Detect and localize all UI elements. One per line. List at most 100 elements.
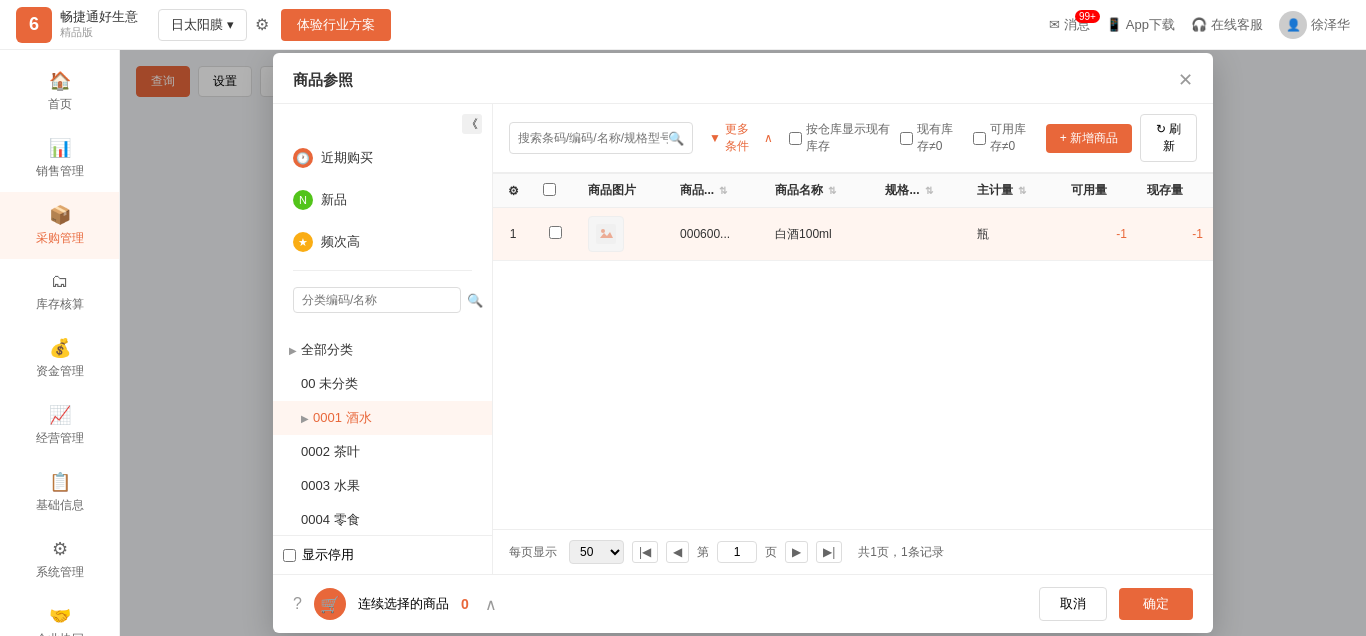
check-usable-input[interactable] — [973, 132, 986, 145]
th-available: 可用量 — [1061, 174, 1137, 208]
cart-icon[interactable]: 🛒 — [314, 588, 346, 620]
add-product-button[interactable]: + 新增商品 — [1046, 124, 1132, 153]
settings-icon[interactable]: ⚙ — [255, 15, 269, 34]
category-search-row: 🔍 — [283, 281, 482, 319]
sidebar-item-business[interactable]: 📈 经营管理 — [0, 392, 119, 459]
product-search-input[interactable] — [518, 131, 668, 145]
modal-body: 《 🕐 近期购买 N 新品 ★ — [273, 104, 1213, 574]
sidebar-item-label: 库存核算 — [36, 296, 84, 313]
cat-item-liquor[interactable]: ▶ 0001 酒水 — [273, 401, 492, 435]
left-panel-collapse-button[interactable]: 《 — [462, 114, 482, 134]
category-search-icon[interactable]: 🔍 — [467, 293, 483, 308]
th-settings[interactable]: ⚙ — [493, 174, 533, 208]
cat-item-all[interactable]: ▶ 全部分类 — [273, 333, 492, 367]
sidebar-item-finance[interactable]: 💰 资金管理 — [0, 325, 119, 392]
sidebar-item-home[interactable]: 🏠 首页 — [0, 58, 119, 125]
help-icon[interactable]: ? — [293, 595, 302, 613]
check-available-input[interactable] — [900, 132, 913, 145]
th-name[interactable]: 商品名称 ⇅ — [765, 174, 875, 208]
cat-label: 0004 零食 — [301, 511, 360, 529]
td-no: 1 — [493, 208, 533, 261]
modal-footer: ? 🛒 连续选择的商品 0 ∧ 取消 确定 — [273, 574, 1213, 633]
check-warehouse-filter[interactable]: 按仓库显示现有库存 — [789, 121, 892, 155]
recent-purchase-item[interactable]: 🕐 近期购买 — [283, 140, 482, 176]
sidebar-item-label: 采购管理 — [36, 230, 84, 247]
td-name: 白酒100ml — [765, 208, 875, 261]
check-usable-label: 可用库存≠0 — [990, 121, 1038, 155]
page-total: 共1页，1条记录 — [858, 544, 943, 561]
category-search-input[interactable] — [293, 287, 461, 313]
product-image — [588, 216, 624, 252]
system-icon: ⚙ — [52, 538, 68, 560]
cat-item-fruit[interactable]: 0003 水果 — [273, 469, 492, 503]
sidebar-item-system[interactable]: ⚙ 系统管理 — [0, 526, 119, 593]
check-available-filter[interactable]: 现有库存≠0 — [900, 121, 965, 155]
sort-icon: ⇅ — [828, 185, 836, 196]
th-checkbox[interactable] — [533, 174, 578, 208]
last-page-button[interactable]: ▶| — [816, 541, 842, 563]
product-toolbar: 🔍 ▼ 更多条件 ∧ 按仓库显示现有库存 — [493, 104, 1213, 173]
sidebar-item-collab[interactable]: 🤝 企业协同 — [0, 593, 119, 636]
cat-label: 00 未分类 — [301, 375, 358, 393]
content-area: 查询 设置 刷新 商品参照 ✕ — [120, 50, 1366, 636]
td-unit: 瓶 — [967, 208, 1061, 261]
cat-item-uncat[interactable]: 00 未分类 — [273, 367, 492, 401]
td-available: -1 — [1061, 208, 1137, 261]
page-input[interactable] — [717, 541, 757, 563]
row-checkbox[interactable] — [549, 226, 562, 239]
product-table-wrapper: ⚙ 商品图片 商品... ⇅ 商品名称 ⇅ 规格... ⇅ 主计量 ⇅ 可用量 — [493, 173, 1213, 529]
td-spec — [875, 208, 966, 261]
main-layout: 🏠 首页 📊 销售管理 📦 采购管理 🗂 库存核算 💰 资金管理 📈 经营管理 … — [0, 50, 1366, 636]
app-download-item[interactable]: 📱 App下载 — [1106, 16, 1175, 34]
new-products-item[interactable]: N 新品 — [283, 182, 482, 218]
next-page-button[interactable]: ▶ — [785, 541, 808, 563]
notifications-badge: 99+ — [1075, 10, 1100, 23]
check-usable-filter[interactable]: 可用库存≠0 — [973, 121, 1038, 155]
show-disabled-checkbox[interactable] — [283, 549, 296, 562]
refresh-button[interactable]: ↻ 刷新 — [1140, 114, 1197, 162]
sort-icon: ⇅ — [1018, 185, 1026, 196]
th-spec[interactable]: 规格... ⇅ — [875, 174, 966, 208]
experience-button[interactable]: 体验行业方案 — [281, 9, 391, 41]
th-unit[interactable]: 主计量 ⇅ — [967, 174, 1061, 208]
th-code[interactable]: 商品... ⇅ — [670, 174, 765, 208]
sidebar-item-label: 首页 — [48, 96, 72, 113]
cat-item-snack[interactable]: 0004 零食 — [273, 503, 492, 535]
first-page-button[interactable]: |◀ — [632, 541, 658, 563]
per-page-select[interactable]: 50 100 200 — [569, 540, 624, 564]
check-warehouse-input[interactable] — [789, 132, 802, 145]
collab-icon: 🤝 — [49, 605, 71, 627]
td-checkbox[interactable] — [533, 208, 578, 261]
logo-icon: 6 — [16, 7, 52, 43]
sidebar-item-inventory[interactable]: 🗂 库存核算 — [0, 259, 119, 325]
product-reference-modal: 商品参照 ✕ 《 🕐 近期购买 — [273, 53, 1213, 633]
more-filter-button[interactable]: ▼ 更多条件 ∧ — [701, 121, 781, 155]
store-selector[interactable]: 日太阳膜 ▾ — [158, 9, 247, 41]
cat-item-tea[interactable]: 0002 茶叶 — [273, 435, 492, 469]
notifications-item[interactable]: ✉ 消息 99+ — [1049, 16, 1090, 34]
cat-label: 0003 水果 — [301, 477, 360, 495]
navbar: 6 畅捷通好生意 精品版 日太阳膜 ▾ ⚙ 体验行业方案 ✉ 消息 99+ 📱 … — [0, 0, 1366, 50]
recent-purchase-icon: 🕐 — [293, 148, 313, 168]
finance-icon: 💰 — [49, 337, 71, 359]
online-service-item[interactable]: 🎧 在线客服 — [1191, 16, 1263, 34]
cancel-button[interactable]: 取消 — [1039, 587, 1107, 621]
collapse-footer-icon[interactable]: ∧ — [485, 595, 497, 614]
logo-area: 6 畅捷通好生意 精品版 — [16, 7, 138, 43]
product-search-icon[interactable]: 🔍 — [668, 131, 684, 146]
sort-icon: ⇅ — [925, 185, 933, 196]
table-row[interactable]: 1 — [493, 208, 1213, 261]
user-profile-item[interactable]: 👤 徐泽华 — [1279, 11, 1350, 39]
selected-count: 0 — [461, 596, 469, 612]
mobile-icon: 📱 — [1106, 17, 1122, 32]
sidebar-item-sales[interactable]: 📊 销售管理 — [0, 125, 119, 192]
headset-icon: 🎧 — [1191, 17, 1207, 32]
sidebar-item-purchase[interactable]: 📦 采购管理 — [0, 192, 119, 259]
select-all-checkbox[interactable] — [543, 183, 556, 196]
frequent-item[interactable]: ★ 频次高 — [283, 224, 482, 260]
modal-close-button[interactable]: ✕ — [1178, 69, 1193, 91]
prev-page-button[interactable]: ◀ — [666, 541, 689, 563]
sidebar-item-label: 企业协同 — [36, 631, 84, 636]
sidebar-item-basic[interactable]: 📋 基础信息 — [0, 459, 119, 526]
confirm-button[interactable]: 确定 — [1119, 588, 1193, 620]
